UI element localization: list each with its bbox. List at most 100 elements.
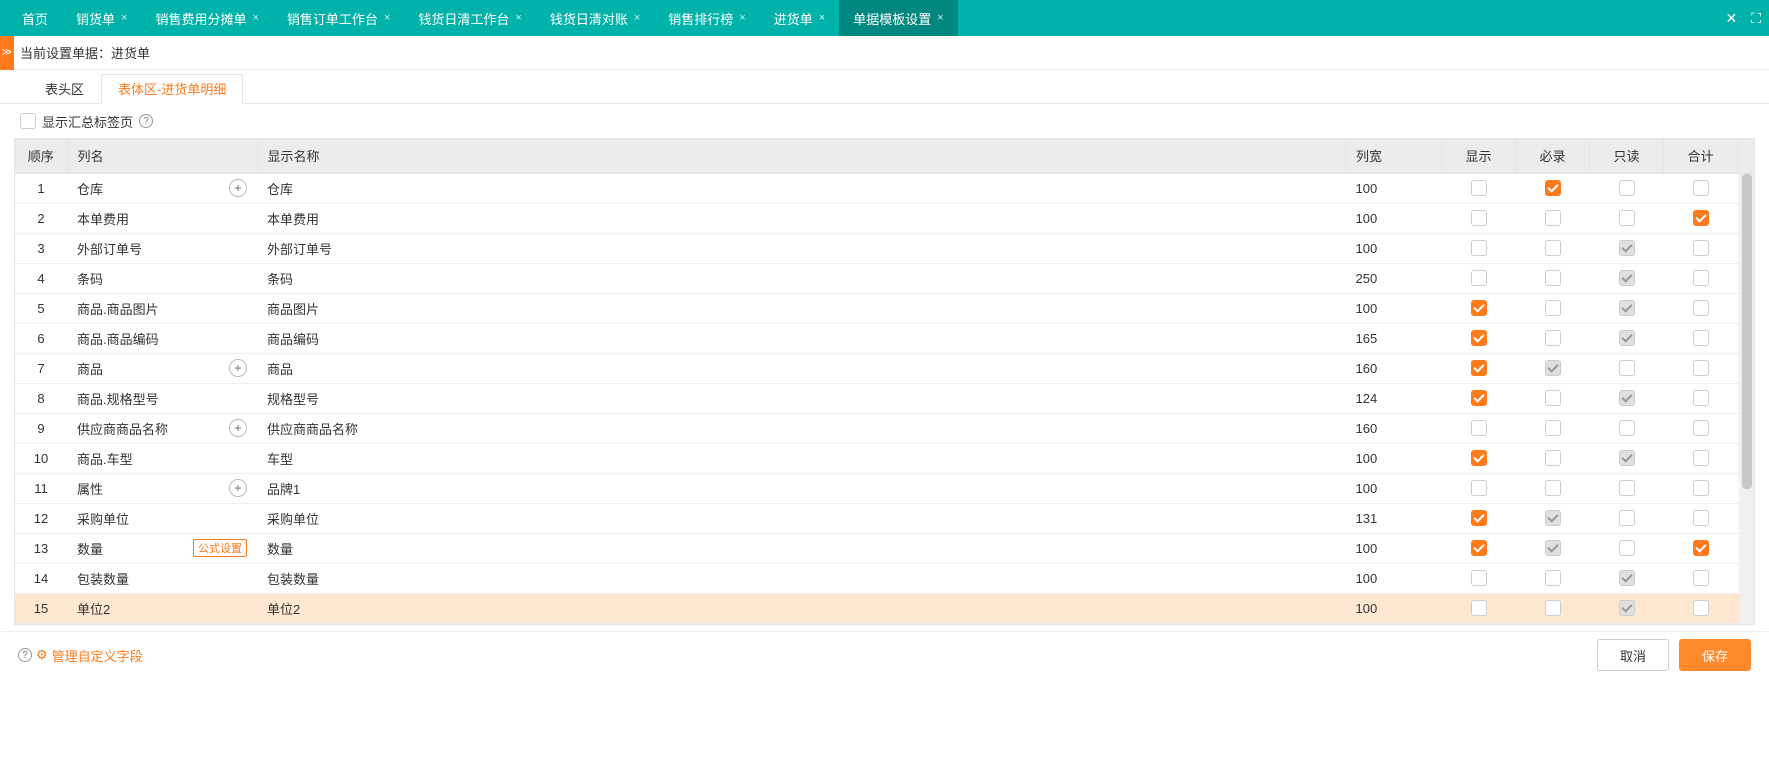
show-checkbox[interactable]: [1471, 420, 1487, 436]
total-checkbox[interactable]: [1693, 510, 1709, 526]
top-tab-2[interactable]: 销售费用分摊单×: [141, 0, 272, 36]
add-icon[interactable]: +: [229, 419, 247, 437]
cell-width[interactable]: 250: [1346, 263, 1442, 293]
close-icon[interactable]: ×: [121, 12, 127, 24]
top-tab-3[interactable]: 销售订单工作台×: [273, 0, 404, 36]
table-row[interactable]: 5商品.商品图片商品图片100: [15, 293, 1754, 323]
total-checkbox[interactable]: [1693, 330, 1709, 346]
cell-width[interactable]: 160: [1346, 353, 1442, 383]
total-checkbox[interactable]: [1693, 480, 1709, 496]
close-icon[interactable]: ×: [937, 12, 943, 24]
top-tab-4[interactable]: 钱货日清工作台×: [404, 0, 535, 36]
sub-tab-0[interactable]: 表头区: [28, 74, 101, 104]
table-row[interactable]: 8商品.规格型号规格型号124: [15, 383, 1754, 413]
vertical-scrollbar[interactable]: [1740, 174, 1754, 624]
required-checkbox[interactable]: [1545, 180, 1561, 196]
table-row[interactable]: 3外部订单号外部订单号100: [15, 233, 1754, 263]
total-checkbox[interactable]: [1693, 270, 1709, 286]
readonly-checkbox[interactable]: [1619, 180, 1635, 196]
readonly-checkbox[interactable]: [1619, 420, 1635, 436]
total-checkbox[interactable]: [1693, 210, 1709, 226]
formula-button[interactable]: 公式设置: [193, 539, 247, 557]
top-tab-5[interactable]: 钱货日清对账×: [536, 0, 654, 36]
table-row[interactable]: 13数量公式设置数量100: [15, 533, 1754, 563]
show-checkbox[interactable]: [1471, 450, 1487, 466]
table-row[interactable]: 12采购单位采购单位131: [15, 503, 1754, 533]
total-checkbox[interactable]: [1693, 600, 1709, 616]
cell-width[interactable]: 100: [1346, 233, 1442, 263]
show-checkbox[interactable]: [1471, 540, 1487, 556]
required-checkbox[interactable]: [1545, 600, 1561, 616]
cell-display[interactable]: 采购单位: [257, 503, 1346, 533]
required-checkbox[interactable]: [1545, 210, 1561, 226]
table-row[interactable]: 6商品.商品编码商品编码165: [15, 323, 1754, 353]
cell-display[interactable]: 供应商商品名称: [257, 413, 1346, 443]
cell-display[interactable]: 品牌1: [257, 473, 1346, 503]
cell-width[interactable]: 100: [1346, 563, 1442, 593]
show-checkbox[interactable]: [1471, 330, 1487, 346]
required-checkbox[interactable]: [1545, 420, 1561, 436]
table-row[interactable]: 1仓库+仓库100: [15, 173, 1754, 203]
cell-display[interactable]: 条码: [257, 263, 1346, 293]
close-icon[interactable]: ×: [739, 12, 745, 24]
add-icon[interactable]: +: [229, 359, 247, 377]
top-tab-8[interactable]: 单据模板设置×: [839, 0, 957, 36]
save-button[interactable]: 保存: [1679, 639, 1751, 671]
show-checkbox[interactable]: [1471, 480, 1487, 496]
readonly-checkbox[interactable]: [1619, 540, 1635, 556]
table-row[interactable]: 9供应商商品名称+供应商商品名称160: [15, 413, 1754, 443]
show-checkbox[interactable]: [1471, 270, 1487, 286]
total-checkbox[interactable]: [1693, 360, 1709, 376]
close-icon[interactable]: ×: [515, 12, 521, 24]
total-checkbox[interactable]: [1693, 390, 1709, 406]
cell-width[interactable]: 100: [1346, 203, 1442, 233]
required-checkbox[interactable]: [1545, 390, 1561, 406]
required-checkbox[interactable]: [1545, 300, 1561, 316]
table-row[interactable]: 11属性+品牌1100: [15, 473, 1754, 503]
add-icon[interactable]: +: [229, 479, 247, 497]
readonly-checkbox[interactable]: [1619, 360, 1635, 376]
cell-display[interactable]: 商品: [257, 353, 1346, 383]
total-checkbox[interactable]: [1693, 450, 1709, 466]
table-row[interactable]: 2本单费用本单费用100: [15, 203, 1754, 233]
cell-display[interactable]: 商品图片: [257, 293, 1346, 323]
cell-width[interactable]: 100: [1346, 533, 1442, 563]
manage-custom-fields-link[interactable]: 管理自定义字段: [52, 646, 143, 665]
cell-width[interactable]: 100: [1346, 293, 1442, 323]
required-checkbox[interactable]: [1545, 450, 1561, 466]
footer-help-icon[interactable]: ?: [18, 648, 32, 662]
readonly-checkbox[interactable]: [1619, 480, 1635, 496]
total-checkbox[interactable]: [1693, 300, 1709, 316]
total-checkbox[interactable]: [1693, 240, 1709, 256]
show-checkbox[interactable]: [1471, 510, 1487, 526]
cell-display[interactable]: 本单费用: [257, 203, 1346, 233]
close-icon[interactable]: ×: [819, 12, 825, 24]
top-tab-1[interactable]: 销货单×: [62, 0, 141, 36]
close-all-icon[interactable]: ✕: [1725, 10, 1737, 27]
cell-display[interactable]: 包装数量: [257, 563, 1346, 593]
total-checkbox[interactable]: [1693, 180, 1709, 196]
add-icon[interactable]: +: [229, 179, 247, 197]
total-checkbox[interactable]: [1693, 540, 1709, 556]
cell-width[interactable]: 100: [1346, 593, 1442, 623]
top-tab-6[interactable]: 销售排行榜×: [654, 0, 759, 36]
total-checkbox[interactable]: [1693, 420, 1709, 436]
cancel-button[interactable]: 取消: [1597, 639, 1669, 671]
cell-display[interactable]: 商品编码: [257, 323, 1346, 353]
top-tab-7[interactable]: 进货单×: [760, 0, 839, 36]
cell-width[interactable]: 124: [1346, 383, 1442, 413]
cell-display[interactable]: 规格型号: [257, 383, 1346, 413]
cell-width[interactable]: 100: [1346, 173, 1442, 203]
cell-width[interactable]: 131: [1346, 503, 1442, 533]
show-summary-checkbox[interactable]: [20, 113, 36, 129]
show-checkbox[interactable]: [1471, 240, 1487, 256]
cell-width[interactable]: 100: [1346, 443, 1442, 473]
required-checkbox[interactable]: [1545, 480, 1561, 496]
table-row[interactable]: 14包装数量包装数量100: [15, 563, 1754, 593]
cell-width[interactable]: 160: [1346, 413, 1442, 443]
cell-display[interactable]: 数量: [257, 533, 1346, 563]
close-icon[interactable]: ×: [252, 12, 258, 24]
show-checkbox[interactable]: [1471, 300, 1487, 316]
cell-display[interactable]: 外部订单号: [257, 233, 1346, 263]
table-row[interactable]: 10商品.车型车型100: [15, 443, 1754, 473]
